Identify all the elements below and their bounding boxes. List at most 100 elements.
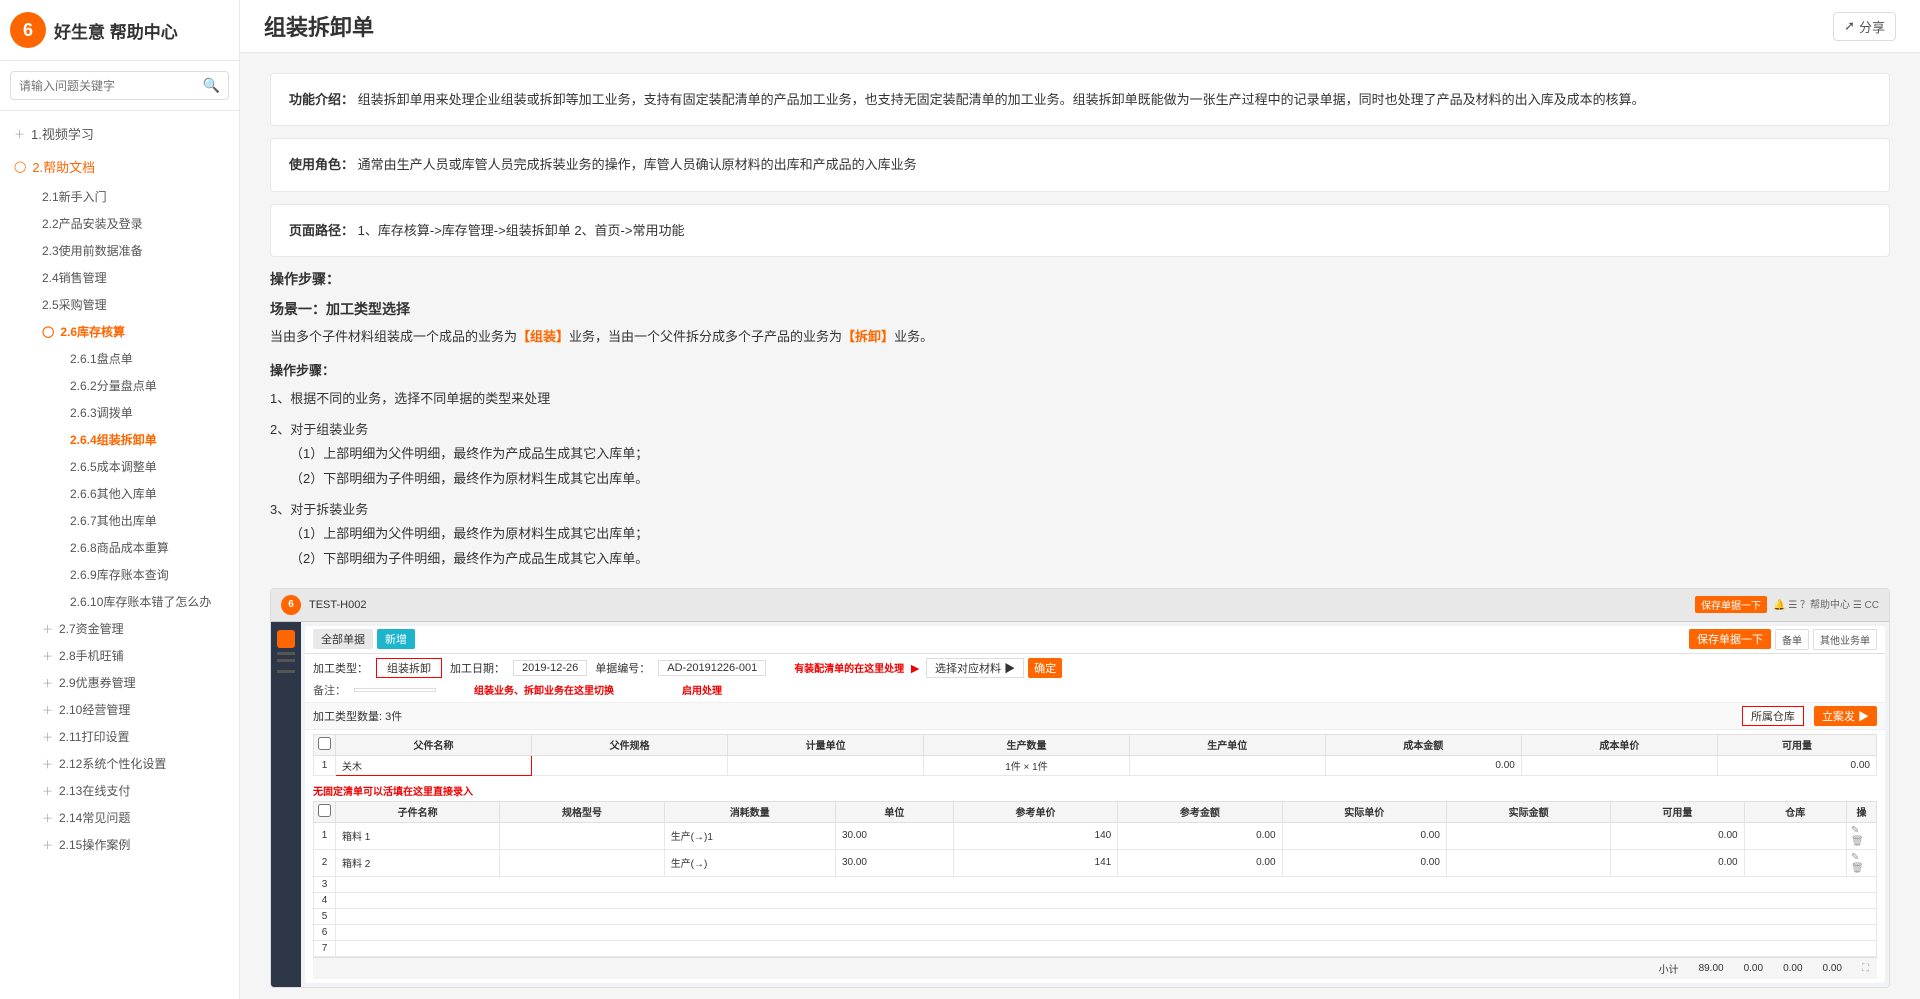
ss-footer-val3: 0.00 (1783, 963, 1802, 974)
screenshot-save-btn[interactable]: 保存单据一下 (1689, 629, 1771, 649)
sidebar-item-split[interactable]: 2.6.2分量盘点单 (56, 372, 239, 399)
ss-bth-unit: 单位 (835, 801, 953, 822)
ss-row-top-1-name: 关木 (336, 755, 532, 775)
ss-row-top-1-costprice (1521, 755, 1717, 775)
ss-th-unit: 计量单位 (728, 734, 924, 755)
sidebar: 6 好生意 帮助中心 🔍 ＋ 1.视频学习 ◯ 2.帮助文档 2.1新手入门 2… (0, 0, 240, 999)
screenshot-top-icons: 保存单据一下 🔔 ☰ ？帮助中心 ☰ CC (1695, 596, 1879, 613)
ss-select-all-top[interactable] (318, 737, 331, 750)
sidebar-item-new-label: 2.1新手入门 (42, 188, 107, 205)
sidebar-item-mobile[interactable]: ＋2.8手机旺铺 (28, 642, 239, 669)
sidebar-item-stockcheck[interactable]: 2.6.9库存账本查询 (56, 561, 239, 588)
sidebar-item-pay[interactable]: ＋2.13在线支付 (28, 777, 239, 804)
sidebar-item-outother[interactable]: 2.6.7其他出库单 (56, 507, 239, 534)
search-input[interactable] (11, 74, 195, 98)
sidebar-item-inother[interactable]: 2.6.6其他入库单 (56, 480, 239, 507)
main-area: 组装拆卸单 ➚ 分享 功能介绍： 组装拆卸单用来处理企业组装或拆卸等加工业务，支… (240, 0, 1920, 999)
ss-date-value: 2019-12-26 (513, 660, 587, 676)
screenshot-btn-extra1[interactable]: 备单 (1775, 629, 1809, 650)
step2-2: （2）下部明细为子件明细，最终作为原材料生成其它出库单。 (270, 467, 1890, 492)
ss-th-cost-price: 成本单价 (1521, 734, 1717, 755)
ss-row-top-1-avail: 0.00 (1717, 755, 1876, 775)
ss-row-top-1-unit (728, 755, 924, 775)
ss-th-parent-name: 父件名称 (336, 734, 532, 755)
share-button[interactable]: ➚ 分享 (1833, 12, 1896, 41)
screenshot-footer-totals: 小计 89.00 0.00 0.00 0.00 ⛶ (313, 957, 1877, 979)
ss-remark-input (354, 688, 436, 692)
expand-icon: ＋ (14, 126, 25, 142)
sidebar-item-ops[interactable]: ＋2.10经营管理 (28, 696, 239, 723)
expand-icon-inventory: ◯ (42, 325, 54, 338)
screenshot-tab-all[interactable]: 全部单据 (313, 629, 373, 649)
screenshot-logo: 6 (281, 595, 301, 615)
sidebar-item-case[interactable]: ＋2.15操作案例 (28, 831, 239, 858)
step3-2: （2）下部明细为子件明细，最终作为产成品生成其它入库单。 (270, 547, 1890, 572)
screenshot-btn-extra2[interactable]: 其他业务单 (1813, 629, 1877, 650)
search-box: 🔍 (0, 61, 239, 111)
screenshot-ann3: 组装业务、拆卸业务在这里切换 (474, 682, 614, 697)
table-row: 5 (314, 908, 1877, 924)
sidebar-item-adjust[interactable]: 2.6.3调拨单 (56, 399, 239, 426)
sidebar-item-coupon[interactable]: ＋2.9优惠券管理 (28, 669, 239, 696)
ss-select-btn[interactable]: 确定 (1028, 658, 1062, 678)
sidebar-item-install[interactable]: 2.2产品安装及登录 (28, 210, 239, 237)
ss-row-top-1-prodqty: 1件 × 1件 (924, 755, 1129, 775)
ss-bth-name: 子件名称 (336, 801, 500, 822)
screenshot-main: 全部单据 新增 保存单据一下 备单 其他业务单 加工类型： 组装拆卸 加工日期：… (305, 626, 1885, 983)
table-row: 6 (314, 924, 1877, 940)
step3: 3、对于拆装业务 (270, 498, 1890, 523)
sidebar-item-stocktake[interactable]: 2.6.1盘点单 (56, 345, 239, 372)
search-wrap: 🔍 (10, 71, 229, 100)
screenshot-docno: TEST-H002 (309, 599, 366, 611)
sidebar-item-assemble[interactable]: 2.6.4组装拆卸单 (56, 426, 239, 453)
ss-remark-label: 备注： (313, 682, 346, 698)
ss-icon3 (277, 659, 295, 662)
sidebar-item-sales[interactable]: 2.4销售管理 (28, 264, 239, 291)
ss-icon1 (277, 630, 295, 648)
path-text: 1、库存核算->库存管理->组装拆卸单 2、首页->常用功能 (358, 223, 685, 238)
sidebar-item-finance[interactable]: ＋2.7资金管理 (28, 615, 239, 642)
ss-select-all-bot[interactable] (318, 804, 331, 817)
sidebar-item-faq[interactable]: ＋2.14常见问题 (28, 804, 239, 831)
screenshot-bot-table-wrap: 无固定清单可以活填在这里直接录入 子件名称 规格型号 消耗数量 单位 参考单价 (305, 783, 1885, 983)
sidebar-item-goodscost[interactable]: 2.6.8商品成本重算 (56, 534, 239, 561)
sidebar-item-inventory-label: 2.6库存核算 (60, 323, 125, 340)
role-label: 使用角色： (289, 157, 354, 172)
search-button[interactable]: 🔍 (195, 72, 228, 99)
path-block: 页面路径： 1、库存核算->库存管理->组装拆卸单 2、首页->常用功能 (270, 204, 1890, 257)
sidebar-item-sales-label: 2.4销售管理 (42, 269, 107, 286)
ss-bth-spec: 规格型号 (500, 801, 664, 822)
ss-date-label: 加工日期： (450, 660, 505, 676)
step2: 2、对于组装业务 (270, 418, 1890, 443)
screenshot-ann4: 启用处理 (682, 682, 722, 697)
ss-apply-btn[interactable]: 立案发 ▶ (1814, 706, 1877, 726)
ss-ann1-wrap: 有装配清单的在这里处理 ► 选择对应材料 ▶ 确定 (774, 658, 1062, 678)
ss-footer-val1: 89.00 (1699, 963, 1724, 974)
sidebar-item-cost[interactable]: 2.6.5成本调整单 (56, 453, 239, 480)
screenshot-tab-new[interactable]: 新增 (377, 629, 415, 649)
app-title: 好生意 帮助中心 (54, 18, 178, 43)
sidebar-item-print[interactable]: ＋2.11打印设置 (28, 723, 239, 750)
screenshot-ann1-arrow: ► (908, 660, 922, 676)
sidebar-item-stockerr[interactable]: 2.6.10库存账本错了怎么办 (56, 588, 239, 615)
screenshot-topbar: 6 TEST-H002 保存单据一下 🔔 ☰ ？帮助中心 ☰ CC (271, 589, 1889, 622)
sidebar-item-inventory[interactable]: ◯ 2.6库存核算 (28, 318, 239, 345)
sidebar-item-system[interactable]: ＋2.12系统个性化设置 (28, 750, 239, 777)
role-block: 使用角色： 通常由生产人员或库管人员完成拆装业务的操作，库管人员确认原材料的出库… (270, 138, 1890, 191)
sidebar-item-video-label: 1.视频学习 (31, 124, 94, 143)
sidebar-item-data[interactable]: 2.3使用前数据准备 (28, 237, 239, 264)
sidebar-item-purchase[interactable]: 2.5采购管理 (28, 291, 239, 318)
ss-select-material: 选择对应材料 ▶ (926, 658, 1024, 678)
sidebar-item-help[interactable]: ◯ 2.帮助文档 (0, 150, 239, 183)
func-intro-text: 组装拆卸单用来处理企业组装或拆卸等加工业务，支持有固定装配清单的产品加工业务，也… (358, 92, 1645, 107)
screenshot-bot-table: 子件名称 规格型号 消耗数量 单位 参考单价 参考金额 实际单价 实际金额 可用… (313, 801, 1877, 957)
sidebar-item-new[interactable]: 2.1新手入门 (28, 183, 239, 210)
ss-footer-expand[interactable]: ⛶ (1862, 963, 1869, 974)
step3-1: （1）上部明细为父件明细，最终作为原材料生成其它出库单； (270, 522, 1890, 547)
ss-bth-ops: 操 (1847, 801, 1877, 822)
table-row: 3 (314, 876, 1877, 892)
sidebar-item-video[interactable]: ＋ 1.视频学习 (0, 117, 239, 150)
screenshot-ann5: 无固定清单可以活填在这里直接录入 (313, 783, 1877, 798)
ss-bth-check (314, 801, 336, 822)
ss-icon4 (277, 670, 295, 673)
